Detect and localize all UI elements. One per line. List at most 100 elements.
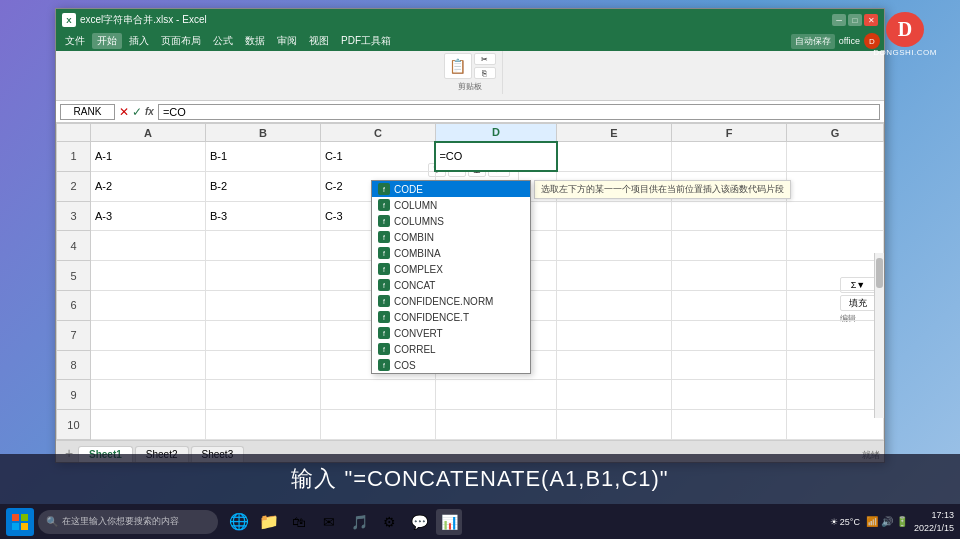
taskbar-chat-icon[interactable]: 💬 bbox=[406, 509, 432, 535]
spreadsheet-area: A B C D E F G 1 A-1 B-1 C-1 =CO bbox=[56, 123, 884, 440]
autocomplete-item-column[interactable]: f COLUMN bbox=[372, 197, 530, 213]
autocomplete-label-cos: COS bbox=[394, 360, 416, 371]
cell-g3[interactable] bbox=[787, 201, 884, 231]
cut-button[interactable]: ✂ bbox=[474, 53, 496, 65]
taskbar-excel-icon[interactable]: 📊 bbox=[436, 509, 462, 535]
autocomplete-item-combina[interactable]: f COMBINA bbox=[372, 245, 530, 261]
taskbar-mail-icon[interactable]: ✉ bbox=[316, 509, 342, 535]
cell-a4[interactable] bbox=[90, 231, 205, 261]
battery-icon[interactable]: 🔋 bbox=[896, 516, 908, 527]
autocomplete-item-complex[interactable]: f COMPLEX bbox=[372, 261, 530, 277]
func-icon-cos: f bbox=[378, 359, 390, 371]
autocomplete-label-conf-norm: CONFIDENCE.NORM bbox=[394, 296, 493, 307]
func-icon-combin: f bbox=[378, 231, 390, 243]
cell-g1[interactable] bbox=[787, 142, 884, 172]
right-scrollbar[interactable] bbox=[874, 253, 884, 418]
cell-a2[interactable]: A-2 bbox=[90, 171, 205, 201]
autocomplete-item-columns[interactable]: f COLUMNS bbox=[372, 213, 530, 229]
row-header-3: 3 bbox=[57, 201, 91, 231]
search-icon: 🔍 bbox=[46, 516, 58, 527]
clock-time: 17:13 bbox=[914, 509, 954, 522]
svg-rect-2 bbox=[12, 523, 19, 530]
row-header-4: 4 bbox=[57, 231, 91, 261]
cell-a3[interactable]: A-3 bbox=[90, 201, 205, 231]
col-header-d[interactable]: D bbox=[435, 124, 556, 142]
cell-g2[interactable] bbox=[787, 171, 884, 201]
clock-date: 2022/1/15 bbox=[914, 522, 954, 535]
network-icon[interactable]: 📶 bbox=[866, 516, 878, 527]
weather-widget: ☀ 25°C bbox=[830, 517, 860, 527]
taskbar-store-icon[interactable]: 🛍 bbox=[286, 509, 312, 535]
cell-b3[interactable]: B-3 bbox=[205, 201, 320, 231]
func-icon-concat: f bbox=[378, 279, 390, 291]
col-header-e[interactable]: E bbox=[557, 124, 672, 142]
autocomplete-item-correl[interactable]: f CORREL bbox=[372, 341, 530, 357]
autocomplete-item-cos[interactable]: f COS bbox=[372, 357, 530, 373]
taskbar-clock[interactable]: 17:13 2022/1/15 bbox=[914, 509, 954, 534]
menu-review[interactable]: 审阅 bbox=[272, 33, 302, 49]
start-button[interactable] bbox=[6, 508, 34, 536]
menu-view[interactable]: 视图 bbox=[304, 33, 334, 49]
cell-b2[interactable]: B-2 bbox=[205, 171, 320, 201]
autocomplete-dropdown[interactable]: f CODE f COLUMN f COLUMNS f COMBIN f COM… bbox=[371, 180, 531, 374]
auto-save-btn[interactable]: 自动保存 bbox=[791, 34, 835, 49]
clipboard-btns: 📋 ✂ ⎘ bbox=[444, 53, 496, 79]
col-header-b[interactable]: B bbox=[205, 124, 320, 142]
menu-file[interactable]: 文件 bbox=[60, 33, 90, 49]
ribbon: 📋 ✂ ⎘ 剪贴板 等线 11 A↑ A↓ B I U ⊞ A A bbox=[56, 51, 884, 101]
menu-pagelayout[interactable]: 页面布局 bbox=[156, 33, 206, 49]
cell-e3[interactable] bbox=[557, 201, 672, 231]
windows-icon bbox=[12, 514, 28, 530]
menu-data[interactable]: 数据 bbox=[240, 33, 270, 49]
cell-d1[interactable]: =CO bbox=[435, 142, 556, 172]
col-header-f[interactable]: F bbox=[672, 124, 787, 142]
autocomplete-label-combina: COMBINA bbox=[394, 248, 441, 259]
autocomplete-item-concat[interactable]: f CONCAT bbox=[372, 277, 530, 293]
formula-cancel-icon[interactable]: ✕ bbox=[119, 105, 129, 119]
taskbar-music-icon[interactable]: 🎵 bbox=[346, 509, 372, 535]
minimize-button[interactable]: ─ bbox=[832, 14, 846, 26]
col-header-c[interactable]: C bbox=[320, 124, 435, 142]
autocomplete-item-code[interactable]: f CODE bbox=[372, 181, 530, 197]
formula-fx-icon[interactable]: fx bbox=[145, 106, 154, 117]
maximize-button[interactable]: □ bbox=[848, 14, 862, 26]
autocomplete-item-conf-t[interactable]: f CONFIDENCE.T bbox=[372, 309, 530, 325]
col-header-g[interactable]: G bbox=[787, 124, 884, 142]
cell-a1[interactable]: A-1 bbox=[90, 142, 205, 172]
autocomplete-label-code: CODE bbox=[394, 184, 423, 195]
autocomplete-label-combin: COMBIN bbox=[394, 232, 434, 243]
menu-insert[interactable]: 插入 bbox=[124, 33, 154, 49]
cell-c1[interactable]: C-1 bbox=[320, 142, 435, 172]
subtitle-bar: 输入 "=CONCATENATE(A1,B1,C1)" bbox=[0, 454, 960, 504]
menu-formulas[interactable]: 公式 bbox=[208, 33, 238, 49]
volume-icon[interactable]: 🔊 bbox=[881, 516, 893, 527]
menu-pdf[interactable]: PDF工具箱 bbox=[336, 33, 396, 49]
logo-area: D DONGSHI.COM bbox=[870, 12, 940, 57]
copy-button[interactable]: ⎘ bbox=[474, 67, 496, 79]
menu-home[interactable]: 开始 bbox=[92, 33, 122, 49]
formula-confirm-icon[interactable]: ✓ bbox=[132, 105, 142, 119]
scrollbar-thumb[interactable] bbox=[876, 258, 883, 288]
name-box[interactable] bbox=[60, 104, 115, 120]
func-icon-complex: f bbox=[378, 263, 390, 275]
menu-bar: 文件 开始 插入 页面布局 公式 数据 审阅 视图 PDF工具箱 自动保存 of… bbox=[56, 31, 884, 51]
func-icon-correl: f bbox=[378, 343, 390, 355]
taskbar-settings-icon[interactable]: ⚙ bbox=[376, 509, 402, 535]
autocomplete-item-combin[interactable]: f COMBIN bbox=[372, 229, 530, 245]
autocomplete-item-conf-norm[interactable]: f CONFIDENCE.NORM bbox=[372, 293, 530, 309]
svg-rect-1 bbox=[21, 514, 28, 521]
cell-f3[interactable] bbox=[672, 201, 787, 231]
col-header-a[interactable]: A bbox=[90, 124, 205, 142]
logo-brand-text: DONGSHI.COM bbox=[873, 48, 937, 57]
autocomplete-label-conf-t: CONFIDENCE.T bbox=[394, 312, 469, 323]
taskbar-folder-icon[interactable]: 📁 bbox=[256, 509, 282, 535]
func-icon-combina: f bbox=[378, 247, 390, 259]
autocomplete-item-convert[interactable]: f CONVERT bbox=[372, 325, 530, 341]
taskbar-search-box[interactable]: 🔍 在这里输入你想要搜索的内容 bbox=[38, 510, 218, 534]
paste-button[interactable]: 📋 bbox=[444, 53, 472, 79]
taskbar-edge-icon[interactable]: 🌐 bbox=[226, 509, 252, 535]
cell-f1[interactable] bbox=[672, 142, 787, 172]
formula-input[interactable] bbox=[158, 104, 880, 120]
cell-b1[interactable]: B-1 bbox=[205, 142, 320, 172]
cell-e1[interactable] bbox=[557, 142, 672, 172]
